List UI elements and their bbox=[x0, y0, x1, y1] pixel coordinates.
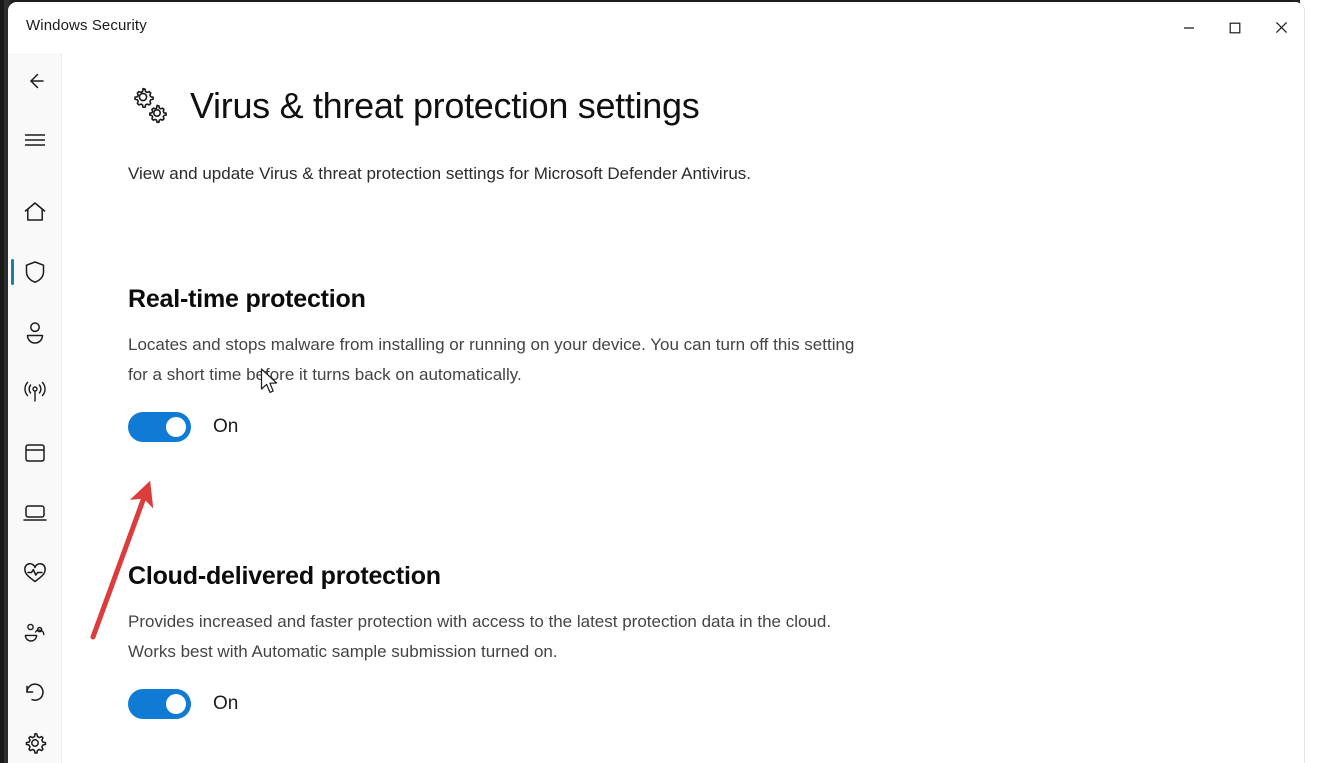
section-title: Cloud-delivered protection bbox=[128, 562, 441, 590]
sidebar-item-family-options[interactable] bbox=[8, 613, 62, 653]
section-body: Provides increased and faster protection… bbox=[128, 612, 832, 661]
title-bar: Windows Security bbox=[8, 2, 1304, 53]
protection-history-icon bbox=[26, 683, 44, 701]
section-body: Locates and stops malware from installin… bbox=[128, 335, 855, 384]
app-browser-icon bbox=[25, 444, 45, 462]
hamburger-menu-icon bbox=[25, 134, 45, 146]
page-title: Virus & threat protection settings bbox=[190, 85, 700, 126]
account-person-icon bbox=[26, 322, 44, 344]
sidebar-item-protection-history[interactable] bbox=[8, 673, 62, 713]
sidebar-item-settings[interactable] bbox=[8, 723, 62, 763]
settings-gear-icon bbox=[25, 732, 47, 754]
cloud-delivered-protection-toggle[interactable] bbox=[128, 689, 191, 719]
navigation-sidebar bbox=[8, 53, 62, 763]
sidebar-item-device-performance-health[interactable] bbox=[8, 553, 62, 593]
sidebar-item-virus-threat-protection[interactable] bbox=[8, 252, 62, 292]
maximize-icon bbox=[1229, 22, 1241, 33]
maximize-button[interactable] bbox=[1212, 2, 1258, 53]
sidebar-item-menu[interactable] bbox=[8, 120, 62, 160]
minimize-button[interactable] bbox=[1166, 2, 1212, 53]
desktop-background-left-edge bbox=[0, 0, 4, 763]
section-cloud-delivered-protection: Cloud-delivered protection Provides incr… bbox=[128, 562, 888, 719]
real-time-protection-toggle-row: On bbox=[128, 412, 888, 442]
home-icon bbox=[24, 202, 46, 221]
toggle-knob bbox=[166, 694, 186, 714]
section-title: Real-time protection bbox=[128, 285, 366, 313]
main-content: Virus & threat protection settings View … bbox=[70, 53, 1304, 763]
device-health-icon bbox=[24, 563, 46, 583]
shield-icon bbox=[25, 261, 45, 283]
close-icon bbox=[1275, 21, 1287, 34]
section-real-time-protection: Real-time protection Locates and stops m… bbox=[128, 285, 888, 442]
sidebar-item-home[interactable] bbox=[8, 192, 62, 232]
sidebar-item-firewall-network-protection[interactable] bbox=[8, 372, 62, 412]
toggle-knob bbox=[166, 417, 186, 437]
sidebar-item-app-browser-control[interactable] bbox=[8, 433, 62, 473]
real-time-protection-toggle-state: On bbox=[213, 416, 239, 437]
firewall-network-icon bbox=[24, 381, 46, 402]
cloud-delivered-protection-toggle-state: On bbox=[213, 693, 239, 714]
sidebar-item-device-security[interactable] bbox=[8, 493, 62, 533]
virus-threat-gears-icon bbox=[134, 87, 167, 124]
windows-security-window: Windows Security Virus & threat protecti… bbox=[8, 2, 1304, 763]
cloud-delivered-protection-toggle-row: On bbox=[128, 689, 888, 719]
back-arrow-icon bbox=[30, 73, 44, 89]
screen: ‹ Windows Security bbox=[0, 0, 1318, 763]
close-button[interactable] bbox=[1258, 2, 1304, 53]
family-options-icon bbox=[24, 623, 45, 642]
page-header: Virus & threat protection settings bbox=[128, 83, 700, 129]
window-controls bbox=[1166, 2, 1304, 53]
window-title: Windows Security bbox=[26, 17, 147, 34]
page-description: View and update Virus & threat protectio… bbox=[128, 164, 752, 183]
real-time-protection-toggle[interactable] bbox=[128, 412, 191, 442]
device-security-icon bbox=[23, 505, 47, 521]
sidebar-item-account-protection[interactable] bbox=[8, 312, 62, 352]
sidebar-item-back[interactable] bbox=[8, 61, 62, 101]
mouse-cursor bbox=[260, 368, 278, 393]
minimize-icon bbox=[1184, 26, 1194, 29]
